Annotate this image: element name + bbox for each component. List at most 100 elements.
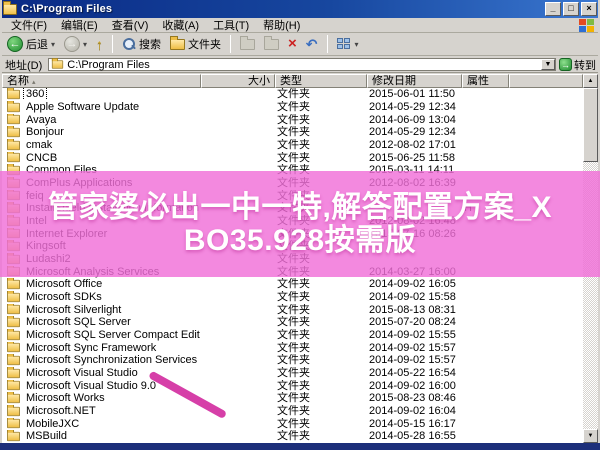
search-button[interactable]: 搜索 <box>119 34 164 54</box>
table-row[interactable]: Microsoft Silverlight 文件夹 2015-08-13 08:… <box>2 303 583 316</box>
scroll-down-button[interactable]: ▼ <box>583 429 598 443</box>
table-row[interactable]: Microsoft SQL Server 文件夹 2015-07-20 08:2… <box>2 316 583 329</box>
column-type[interactable]: 类型 <box>275 74 367 88</box>
table-row[interactable]: Microsoft Office 文件夹 2014-09-02 16:05 <box>2 278 583 291</box>
file-date: 2015-08-23 08:46 <box>369 392 456 405</box>
table-row[interactable]: Apple Software Update 文件夹 2014-05-29 12:… <box>2 101 583 114</box>
window-border-bottom <box>0 443 600 450</box>
column-headers: 名称 ▴ 大小 类型 修改日期 属性 <box>2 74 583 88</box>
file-date: 2014-09-02 15:57 <box>369 354 456 367</box>
delete-icon: × <box>288 35 297 52</box>
file-date: 2015-06-01 11:50 <box>369 88 456 101</box>
column-date[interactable]: 修改日期 <box>367 74 462 88</box>
go-button[interactable]: → 转到 <box>559 57 598 73</box>
folder-icon <box>7 367 20 378</box>
folders-button[interactable]: 文件夹 <box>167 34 224 54</box>
file-name: Microsoft SQL Server Compact Edition <box>26 329 200 342</box>
back-icon: ← <box>7 36 23 52</box>
scroll-up-button[interactable]: ▲ <box>583 74 598 88</box>
table-row[interactable]: Microsoft.NET 文件夹 2014-09-02 16:04 <box>2 405 583 418</box>
file-type: 文件夹 <box>277 101 310 113</box>
scrollbar-thumb[interactable] <box>583 88 598 162</box>
table-row[interactable]: CNCB 文件夹 2015-06-25 11:58 <box>2 151 583 164</box>
up-button[interactable]: ↑ <box>93 34 106 54</box>
close-button[interactable]: × <box>581 2 597 16</box>
table-row[interactable]: Microsoft Sync Framework 文件夹 2014-09-02 … <box>2 341 583 354</box>
file-name: Microsoft Visual Studio <box>26 367 138 380</box>
table-row[interactable]: Avaya 文件夹 2014-06-09 13:04 <box>2 113 583 126</box>
file-name: cmak <box>26 139 53 152</box>
address-input[interactable]: C:\Program Files ▼ <box>48 58 556 71</box>
file-date: 2012-08-02 17:01 <box>369 139 456 152</box>
move-to-button[interactable] <box>237 34 258 54</box>
folders-label: 文件夹 <box>188 39 222 51</box>
maximize-button[interactable]: □ <box>563 2 579 16</box>
menu-help[interactable]: 帮助(H) <box>256 16 307 34</box>
forward-button[interactable]: → ▾ <box>61 34 90 54</box>
table-row[interactable]: Microsoft SQL Server Compact Edition 文件夹… <box>2 329 583 342</box>
menu-edit[interactable]: 编辑(E) <box>54 16 105 34</box>
table-row[interactable]: Microsoft Visual Studio 文件夹 2014-05-22 1… <box>2 367 583 380</box>
table-row[interactable]: Bonjour 文件夹 2014-05-29 12:34 <box>2 126 583 139</box>
file-name: MobileJXC <box>26 417 80 430</box>
copy-to-icon <box>264 35 280 50</box>
folder-icon <box>7 291 20 302</box>
file-date: 2014-09-02 15:57 <box>369 341 456 354</box>
table-row[interactable]: 360 文件夹 2015-06-01 11:50 <box>2 88 583 101</box>
views-button[interactable]: ▾ <box>334 34 362 54</box>
table-row[interactable]: Microsoft Works 文件夹 2015-08-23 08:46 <box>2 392 583 405</box>
search-label: 搜索 <box>139 39 162 51</box>
menu-view[interactable]: 查看(V) <box>105 16 156 34</box>
windows-logo-icon <box>579 18 594 32</box>
folder-icon <box>7 354 20 366</box>
watermark-line-2: BO35.928按需版 <box>183 224 417 257</box>
file-type: 文件夹 <box>277 329 310 342</box>
menu-tools[interactable]: 工具(T) <box>206 16 256 34</box>
undo-button[interactable]: ↶ <box>303 34 321 54</box>
file-name: Microsoft Silverlight <box>26 303 122 316</box>
table-row[interactable]: cmak 文件夹 2012-08-02 17:01 <box>2 139 583 152</box>
toolbar-separator <box>112 35 114 53</box>
folder-icon <box>7 405 20 416</box>
back-button[interactable]: ← 后退 ▾ <box>4 34 58 54</box>
file-type: 文件夹 <box>277 316 310 329</box>
copy-to-button[interactable] <box>261 34 282 54</box>
table-row[interactable]: MSBuild 文件夹 2014-05-28 16:55 <box>2 430 583 443</box>
table-row[interactable]: MobileJXC 文件夹 2014-05-15 16:17 <box>2 417 583 430</box>
column-name[interactable]: 名称 ▴ <box>2 74 201 88</box>
delete-button[interactable]: × <box>285 34 300 54</box>
file-name: Microsoft Office <box>26 278 103 291</box>
up-icon: ↑ <box>96 36 104 52</box>
folder-icon <box>7 417 20 429</box>
address-bar: 地址(D) C:\Program Files ▼ → 转到 <box>0 57 600 73</box>
menu-bar: 文件(F) 编辑(E) 查看(V) 收藏(A) 工具(T) 帮助(H) <box>0 18 600 33</box>
forward-caret-icon[interactable]: ▾ <box>83 40 87 49</box>
move-to-icon <box>240 35 256 50</box>
column-attr[interactable]: 属性 <box>462 74 509 88</box>
file-date: 2014-09-02 15:55 <box>369 329 456 342</box>
watermark-overlay: 管家婆必出一中一特,解答配置方案_X BO35.928按需版 <box>0 171 600 420</box>
column-size[interactable]: 大小 <box>201 74 275 88</box>
back-label: 后退 <box>26 39 48 51</box>
minimize-button[interactable]: _ <box>545 2 561 16</box>
file-date: 2015-07-20 08:24 <box>369 316 456 329</box>
file-type: 文件夹 <box>277 113 310 126</box>
table-row[interactable]: Microsoft Synchronization Services 文件夹 2… <box>2 354 583 367</box>
search-icon <box>122 37 136 51</box>
address-dropdown-button[interactable]: ▼ <box>541 59 555 70</box>
file-name: 360 <box>22 88 48 101</box>
file-date: 2014-09-02 15:58 <box>369 291 456 304</box>
menu-favorites[interactable]: 收藏(A) <box>155 16 206 34</box>
file-name: Bonjour <box>26 126 64 139</box>
menu-file[interactable]: 文件(F) <box>4 16 54 34</box>
folder-icon <box>7 341 20 353</box>
go-label: 转到 <box>574 59 596 72</box>
table-row[interactable]: Microsoft Visual Studio 9.0 文件夹 2014-09-… <box>2 379 583 392</box>
back-caret-icon[interactable]: ▾ <box>51 40 55 49</box>
table-row[interactable]: Microsoft SDKs 文件夹 2014-09-02 15:58 <box>2 291 583 304</box>
file-type: 文件夹 <box>277 417 310 430</box>
folder-icon <box>7 392 20 404</box>
file-name: Microsoft Synchronization Services <box>26 354 198 367</box>
file-type: 文件夹 <box>277 367 310 380</box>
file-date: 2014-05-29 12:34 <box>369 126 456 139</box>
